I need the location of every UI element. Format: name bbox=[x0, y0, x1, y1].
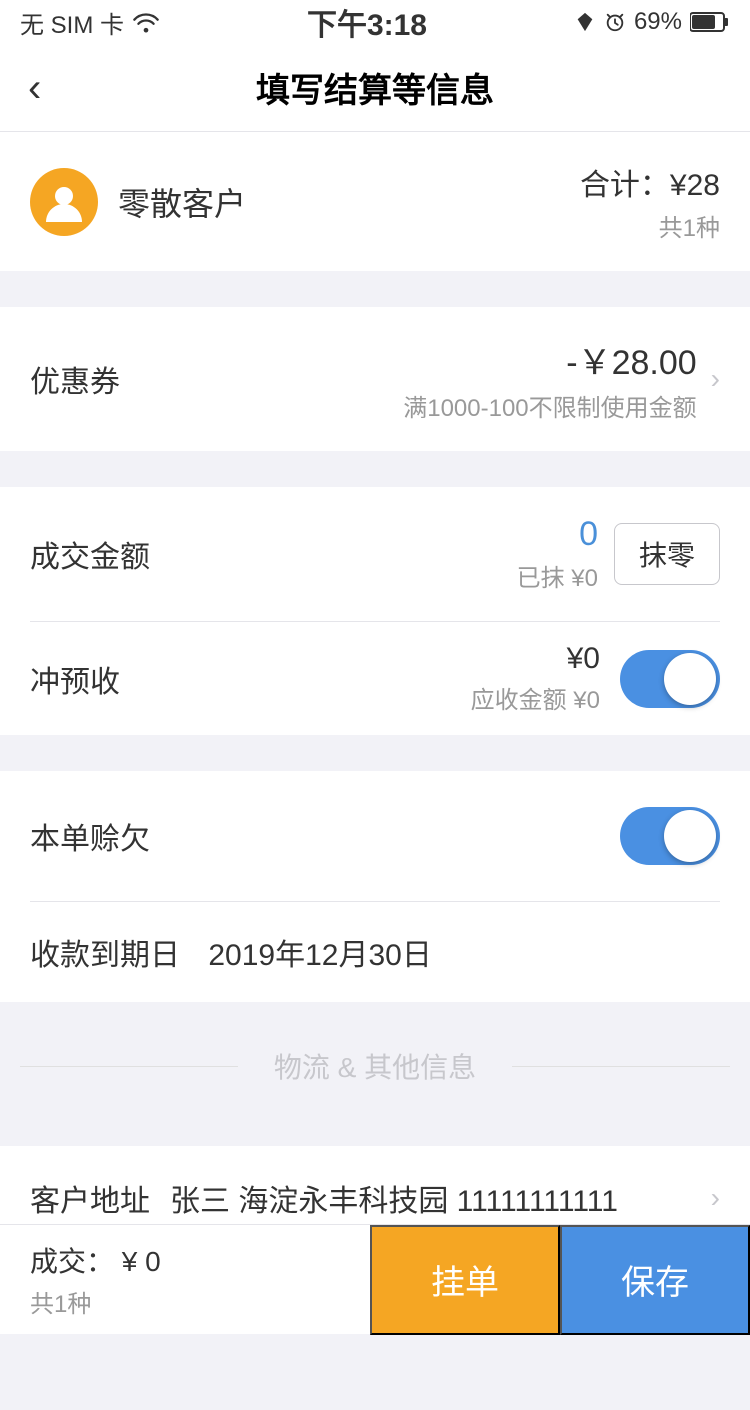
round-button[interactable]: 抹零 bbox=[614, 523, 720, 585]
back-button[interactable]: ‹ bbox=[28, 68, 41, 108]
no-sim-text: 无 SIM 卡 bbox=[20, 5, 124, 40]
prepay-right: ¥0 应收金额 ¥0 bbox=[471, 642, 720, 715]
credit-label: 本单赊欠 bbox=[30, 814, 150, 858]
location-icon bbox=[574, 11, 596, 33]
transaction-row: 成交金额 0 已抹 ¥0 抹零 bbox=[0, 487, 750, 621]
avatar bbox=[30, 168, 98, 236]
separator-3 bbox=[0, 751, 750, 771]
prepay-label: 冲预收 bbox=[30, 657, 120, 701]
separator-5 bbox=[0, 1110, 750, 1130]
transaction-label: 成交金额 bbox=[30, 532, 150, 576]
coupon-label: 优惠券 bbox=[30, 357, 120, 401]
due-date-row: 收款到期日 2019年12月30日 bbox=[0, 902, 750, 1002]
coupon-amount: -￥28.00 bbox=[403, 335, 696, 384]
page-title: 填写结算等信息 bbox=[256, 63, 494, 112]
credit-toggle-knob bbox=[664, 810, 716, 862]
separator-2 bbox=[0, 467, 750, 487]
wifi-icon bbox=[132, 11, 160, 33]
customer-left: 零散客户 bbox=[30, 168, 246, 236]
address-label: 客户地址 bbox=[30, 1176, 150, 1220]
logistics-header: 物流 & 其他信息 bbox=[0, 1046, 750, 1086]
credit-toggle[interactable] bbox=[620, 807, 720, 865]
bottom-count: 共1种 bbox=[30, 1284, 340, 1319]
total-amount: 合计：¥28 bbox=[580, 160, 720, 204]
user-avatar-icon bbox=[42, 180, 86, 224]
due-date-value: 2019年12月30日 bbox=[208, 939, 431, 972]
transaction-amount-col: 0 已抹 ¥0 bbox=[517, 515, 598, 593]
logistics-section: 物流 & 其他信息 bbox=[0, 1022, 750, 1110]
save-button[interactable]: 保存 bbox=[560, 1225, 750, 1335]
transaction-right: 0 已抹 ¥0 抹零 bbox=[517, 515, 720, 593]
prepay-amount: ¥0 bbox=[471, 642, 600, 676]
prepay-toggle[interactable] bbox=[620, 650, 720, 708]
status-time: 下午3:18 bbox=[307, 0, 427, 44]
battery-icon bbox=[690, 11, 730, 33]
logistics-title: 物流 & 其他信息 bbox=[274, 1046, 476, 1086]
battery-percent: 69% bbox=[634, 8, 682, 36]
bottom-deal-label: 成交： bbox=[30, 1246, 114, 1277]
transaction-section: 成交金额 0 已抹 ¥0 抹零 冲预收 ¥0 应收金额 ¥0 bbox=[0, 487, 750, 735]
toggle-knob bbox=[664, 653, 716, 705]
transaction-sub: 已抹 ¥0 bbox=[517, 558, 598, 593]
alarm-icon bbox=[604, 11, 626, 33]
customer-summary: 合计：¥28 共1种 bbox=[580, 160, 720, 243]
customer-section: 零散客户 合计：¥28 共1种 bbox=[0, 132, 750, 271]
prepay-row: 冲预收 ¥0 应收金额 ¥0 bbox=[0, 622, 750, 735]
hold-button[interactable]: 挂单 bbox=[370, 1225, 560, 1335]
status-right: 69% bbox=[574, 8, 730, 36]
nav-bar: ‹ 填写结算等信息 bbox=[0, 44, 750, 132]
coupon-right: -￥28.00 满1000-100不限制使用金额 › bbox=[403, 335, 720, 423]
credit-row: 本单赊欠 bbox=[0, 771, 750, 901]
coupon-section[interactable]: 优惠券 -￥28.00 满1000-100不限制使用金额 › bbox=[0, 307, 750, 451]
address-chevron-icon: › bbox=[711, 1182, 720, 1214]
prepay-sub: 应收金额 ¥0 bbox=[471, 680, 600, 715]
customer-row: 零散客户 合计：¥28 共1种 bbox=[0, 132, 750, 271]
bottom-deal: 成交： ¥ 0 bbox=[30, 1240, 340, 1280]
transaction-amount: 0 bbox=[517, 515, 598, 554]
bottom-deal-amount: ¥ 0 bbox=[122, 1246, 161, 1277]
bottom-info: 成交： ¥ 0 共1种 bbox=[0, 1240, 370, 1319]
chevron-right-icon: › bbox=[711, 363, 720, 395]
due-date-label: 收款到期日 bbox=[30, 939, 180, 972]
credit-section: 本单赊欠 收款到期日 2019年12月30日 bbox=[0, 771, 750, 1002]
status-left: 无 SIM 卡 bbox=[20, 5, 160, 40]
separator-1 bbox=[0, 287, 750, 307]
content: 零散客户 合计：¥28 共1种 优惠券 -￥28.00 满1000-100不限制… bbox=[0, 132, 750, 1410]
prepay-amount-col: ¥0 应收金额 ¥0 bbox=[471, 642, 600, 715]
status-bar: 无 SIM 卡 下午3:18 69% bbox=[0, 0, 750, 44]
coupon-desc: 满1000-100不限制使用金额 bbox=[403, 388, 696, 423]
address-value: 张三 海淀永丰科技园 11111111111 bbox=[170, 1176, 687, 1220]
total-count: 共1种 bbox=[580, 208, 720, 243]
coupon-row[interactable]: 优惠券 -￥28.00 满1000-100不限制使用金额 › bbox=[0, 307, 750, 451]
customer-name: 零散客户 bbox=[118, 179, 246, 225]
separator-4 bbox=[0, 1002, 750, 1022]
coupon-info: -￥28.00 满1000-100不限制使用金额 bbox=[403, 335, 696, 423]
bottom-bar: 成交： ¥ 0 共1种 挂单 保存 bbox=[0, 1224, 750, 1334]
